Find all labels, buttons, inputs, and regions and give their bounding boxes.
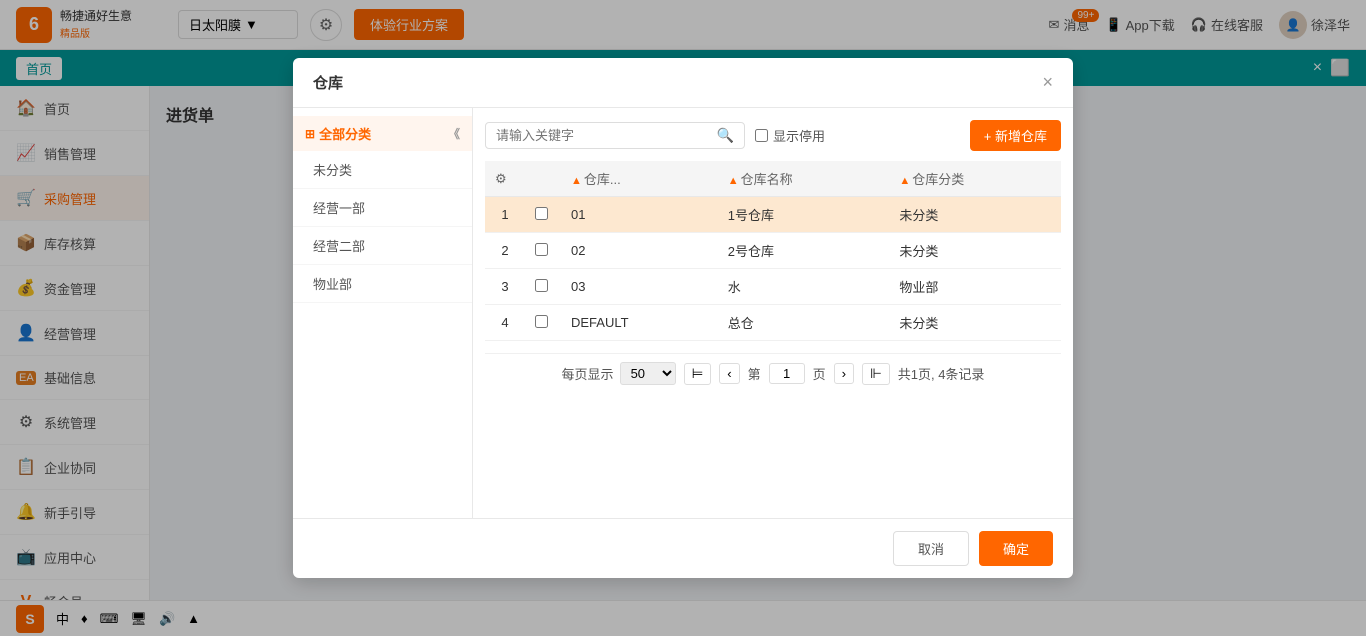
- confirm-button[interactable]: 确定: [979, 531, 1053, 566]
- table-header-row: ⚙ ▲仓库... ▲仓库名称 ▲仓库分类: [485, 161, 1061, 197]
- category-item-ops1[interactable]: 经营一部: [293, 189, 472, 227]
- table-panel: 🔍 显示停用 + 新增仓库 ⚙: [473, 108, 1073, 518]
- last-page-button[interactable]: ⊩: [862, 363, 890, 385]
- row-num: 1: [485, 197, 525, 233]
- th-code[interactable]: ▲仓库...: [561, 161, 718, 197]
- prev-page-button[interactable]: ‹: [719, 363, 739, 384]
- category-item-uncategorized[interactable]: 未分类: [293, 151, 472, 189]
- row-name: 2号仓库: [718, 233, 890, 269]
- modal-close-button[interactable]: ×: [1042, 86, 1053, 93]
- row-checkbox-2[interactable]: [535, 243, 548, 256]
- all-category-label: 全部分类: [319, 124, 371, 143]
- row-name: 1号仓库: [718, 197, 890, 233]
- add-warehouse-button[interactable]: + 新增仓库: [970, 120, 1061, 151]
- row-checkbox-1[interactable]: [535, 207, 548, 220]
- cancel-button[interactable]: 取消: [893, 531, 969, 566]
- row-category: 未分类: [889, 233, 1061, 269]
- table-row[interactable]: 4 DEFAULT 总仓 未分类: [485, 305, 1061, 341]
- page-suffix: 页: [813, 364, 826, 383]
- warehouse-table: ⚙ ▲仓库... ▲仓库名称 ▲仓库分类 1: [485, 161, 1061, 341]
- row-checkbox-4[interactable]: [535, 315, 548, 328]
- search-box: 🔍: [485, 122, 745, 149]
- per-page-selector: 每页显示 10 20 50 100: [562, 362, 676, 385]
- total-info: 共1页, 4条记录: [898, 364, 985, 383]
- row-checkbox-cell: [525, 269, 561, 305]
- first-page-button[interactable]: ⊨: [684, 363, 712, 385]
- show-disabled-checkbox[interactable]: [755, 129, 768, 142]
- row-category: 物业部: [889, 269, 1061, 305]
- per-page-select[interactable]: 10 20 50 100: [620, 362, 676, 385]
- th-category[interactable]: ▲仓库分类: [889, 161, 1061, 197]
- collapse-icon[interactable]: 《: [448, 125, 460, 142]
- row-checkbox-cell: [525, 305, 561, 341]
- table-row[interactable]: 2 02 2号仓库 未分类: [485, 233, 1061, 269]
- row-checkbox-3[interactable]: [535, 279, 548, 292]
- category-item-ops2[interactable]: 经营二部: [293, 227, 472, 265]
- category-header[interactable]: ⊞ 全部分类 《: [293, 116, 472, 151]
- toolbar: 🔍 显示停用 + 新增仓库: [485, 120, 1061, 151]
- th-checkbox: [525, 161, 561, 197]
- show-disabled-text: 显示停用: [773, 126, 825, 145]
- modal-title: 仓库: [313, 86, 343, 93]
- row-num: 3: [485, 269, 525, 305]
- table-row[interactable]: 3 03 水 物业部: [485, 269, 1061, 305]
- page-label: 第: [748, 364, 761, 383]
- row-code: 02: [561, 233, 718, 269]
- th-name[interactable]: ▲仓库名称: [718, 161, 890, 197]
- row-category: 未分类: [889, 305, 1061, 341]
- app-layout: 🏠 首页 📈 销售管理 🛒 采购管理 📦 库存核算 💰 资金管理 👤 经营管理 …: [0, 86, 1366, 636]
- search-input[interactable]: [496, 128, 717, 143]
- next-page-button[interactable]: ›: [834, 363, 854, 384]
- search-icon: 🔍: [717, 127, 734, 144]
- category-item-property[interactable]: 物业部: [293, 265, 472, 303]
- row-name: 总仓: [718, 305, 890, 341]
- main-content: 进货单 仓库 × ⊞ 全部分类: [150, 86, 1366, 636]
- th-settings[interactable]: ⚙: [485, 161, 525, 197]
- pagination: 每页显示 10 20 50 100 ⊨ ‹ 第: [485, 353, 1061, 385]
- row-checkbox-cell: [525, 233, 561, 269]
- row-num: 2: [485, 233, 525, 269]
- modal-body: ⊞ 全部分类 《 未分类 经营一部 经营二部 物业部: [293, 108, 1073, 518]
- modal-header: 仓库 ×: [293, 86, 1073, 108]
- warehouse-modal: 仓库 × ⊞ 全部分类 《 未分类: [293, 86, 1073, 578]
- modal-overlay: 仓库 × ⊞ 全部分类 《 未分类: [150, 86, 1366, 636]
- category-panel: ⊞ 全部分类 《 未分类 经营一部 经营二部 物业部: [293, 108, 473, 518]
- row-code: 03: [561, 269, 718, 305]
- row-num: 4: [485, 305, 525, 341]
- modal-footer: 取消 确定: [293, 518, 1073, 578]
- row-code: 01: [561, 197, 718, 233]
- row-name: 水: [718, 269, 890, 305]
- per-page-label: 每页显示: [562, 364, 614, 383]
- row-category: 未分类: [889, 197, 1061, 233]
- show-disabled-label[interactable]: 显示停用: [755, 126, 825, 145]
- grid-icon: ⊞: [305, 127, 315, 141]
- row-code: DEFAULT: [561, 305, 718, 341]
- table-row[interactable]: 1 01 1号仓库 未分类: [485, 197, 1061, 233]
- row-checkbox-cell: [525, 197, 561, 233]
- page-number-input[interactable]: [769, 363, 805, 384]
